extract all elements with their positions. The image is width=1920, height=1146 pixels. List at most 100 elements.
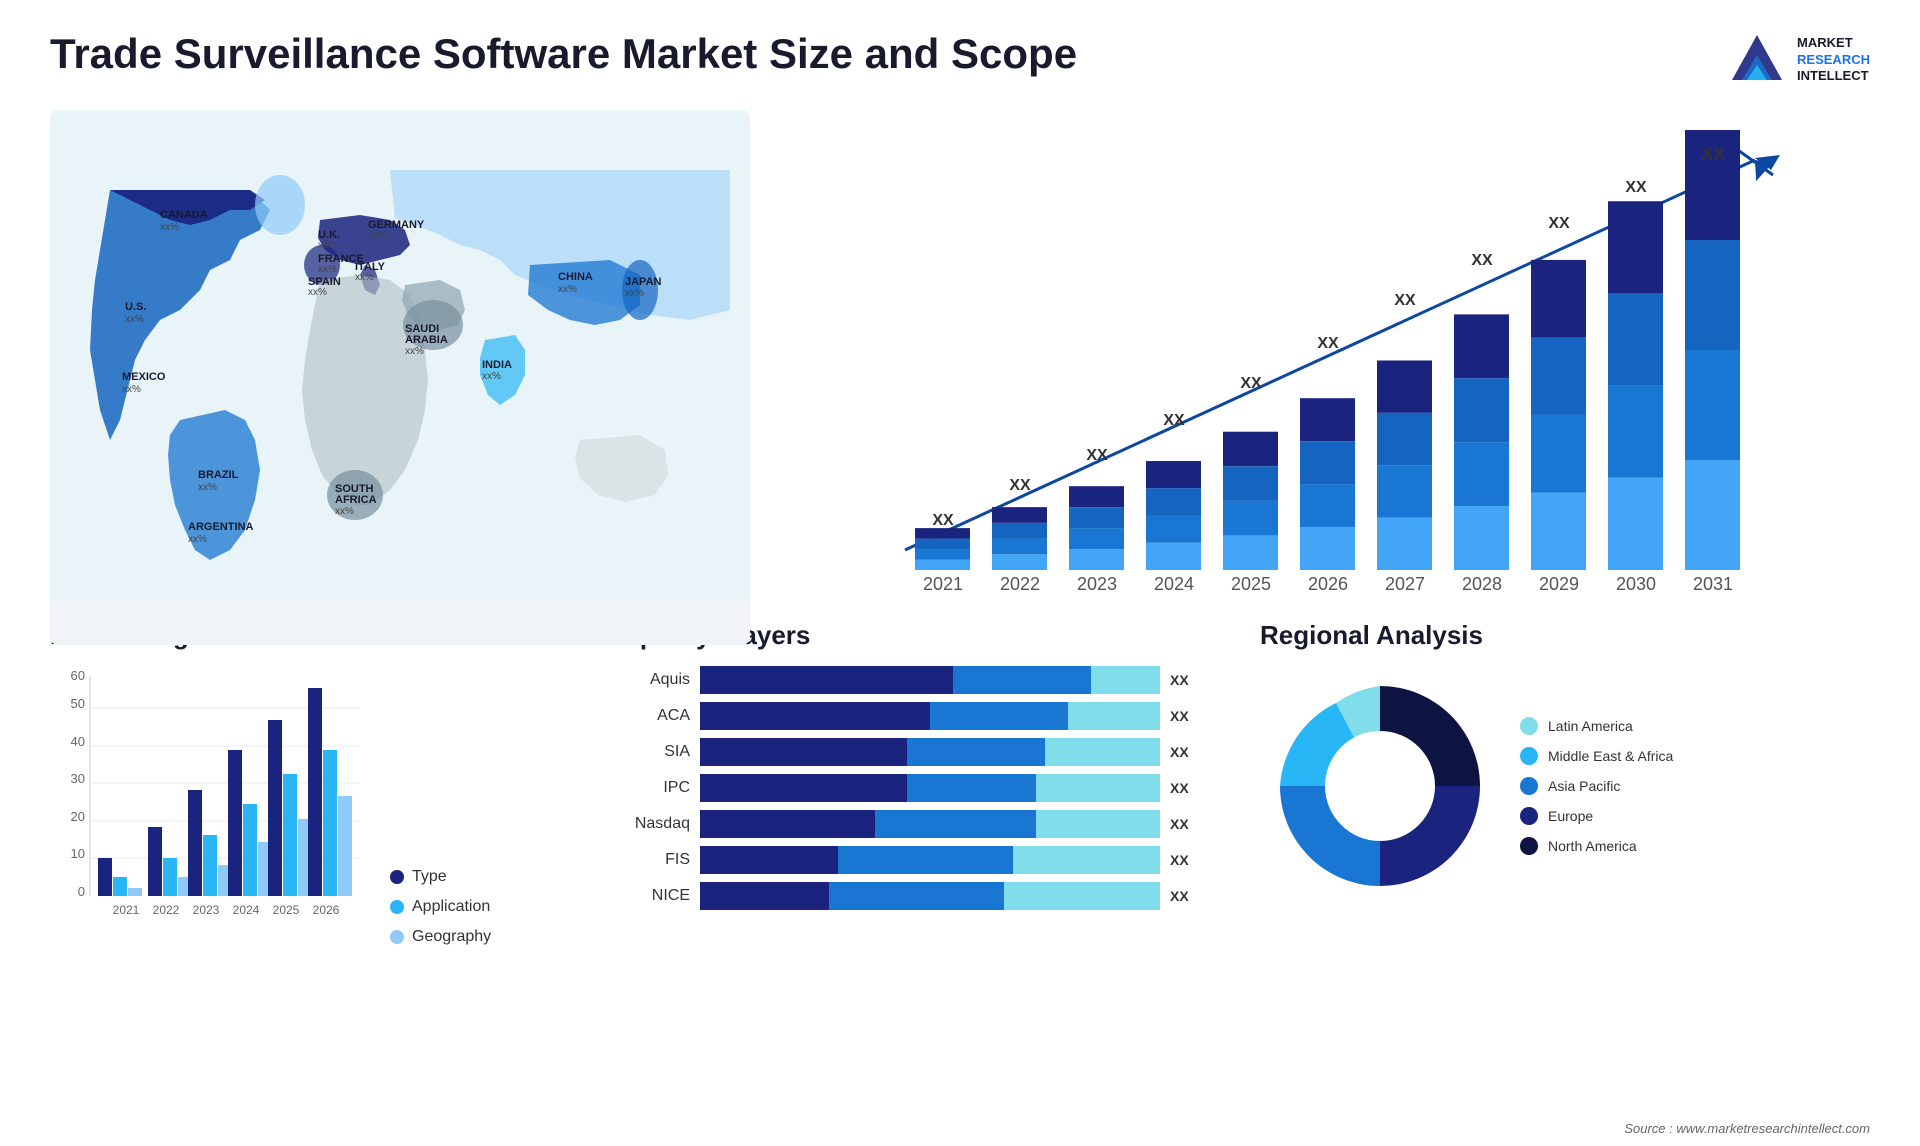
svg-text:20: 20: [71, 809, 85, 824]
regional-section: Regional Analysis: [1250, 620, 1870, 950]
legend-geography: Geography: [390, 928, 491, 946]
logo-icon: [1727, 30, 1787, 90]
growth-chart-svg: 2021 2022 2023 2024 2025 2026 2027 2028 …: [820, 130, 1850, 620]
svg-text:2026: 2026: [313, 903, 340, 917]
page-container: Trade Surveillance Software Market Size …: [0, 0, 1920, 1146]
asia-pacific-color: [1520, 777, 1538, 795]
europe-color: [1520, 807, 1538, 825]
svg-text:2030: 2030: [1616, 574, 1656, 594]
regional-legend: Latin America Middle East & Africa Asia …: [1520, 717, 1673, 855]
player-bar-aquis: [700, 666, 1160, 694]
players-grid: Aquis XX ACA: [610, 666, 1210, 910]
svg-text:xx%: xx%: [125, 314, 144, 325]
latin-america-color: [1520, 717, 1538, 735]
svg-text:2028: 2028: [1462, 574, 1502, 594]
svg-text:U.S.: U.S.: [125, 301, 146, 313]
svg-text:2029: 2029: [1539, 574, 1579, 594]
player-val-aca: XX: [1170, 708, 1210, 724]
svg-text:XX: XX: [1086, 447, 1108, 464]
legend-north-america: North America: [1520, 837, 1673, 855]
player-val-fis: XX: [1170, 852, 1210, 868]
player-name-aca: ACA: [610, 707, 690, 725]
svg-text:2026: 2026: [1308, 574, 1348, 594]
svg-text:xx%: xx%: [482, 371, 501, 382]
svg-text:30: 30: [71, 771, 85, 786]
svg-text:XX: XX: [1394, 292, 1416, 309]
svg-text:CHINA: CHINA: [558, 271, 593, 283]
svg-text:AFRICA: AFRICA: [335, 494, 377, 506]
legend-type: Type: [390, 868, 491, 886]
svg-text:xx%: xx%: [318, 240, 337, 251]
svg-text:XX: XX: [1009, 477, 1031, 494]
svg-text:xx%: xx%: [355, 272, 374, 283]
page-title: Trade Surveillance Software Market Size …: [50, 30, 1077, 78]
source-line: Source : www.marketresearchintellect.com: [1624, 1121, 1870, 1136]
svg-text:XX: XX: [1471, 252, 1493, 269]
svg-text:xx%: xx%: [625, 288, 644, 299]
svg-text:XX: XX: [932, 512, 954, 529]
players-section: Top Key Players Aquis XX ACA: [600, 620, 1220, 950]
svg-text:INDIA: INDIA: [482, 359, 512, 371]
legend-asia-pacific: Asia Pacific: [1520, 777, 1673, 795]
svg-text:xx%: xx%: [318, 264, 337, 275]
player-bar-fis: [700, 846, 1160, 874]
player-name-nasdaq: Nasdaq: [610, 815, 690, 833]
segmentation-legend: Type Application Geography: [390, 868, 491, 946]
legend-geography-color: [390, 930, 404, 944]
segmentation-section: Market Segmentation 0 10 20 30 40 50 60: [50, 620, 570, 950]
svg-text:2023: 2023: [1077, 574, 1117, 594]
svg-text:xx%: xx%: [160, 222, 179, 233]
svg-text:2025: 2025: [1231, 574, 1271, 594]
svg-text:XX: XX: [1625, 179, 1647, 196]
middle-east-color: [1520, 747, 1538, 765]
svg-text:2022: 2022: [153, 903, 180, 917]
svg-text:2021: 2021: [113, 903, 140, 917]
svg-text:XX: XX: [1163, 412, 1185, 429]
player-name-sia: SIA: [610, 743, 690, 761]
player-val-ipc: XX: [1170, 780, 1210, 796]
svg-text:2027: 2027: [1385, 574, 1425, 594]
legend-type-color: [390, 870, 404, 884]
svg-text:BRAZIL: BRAZIL: [198, 469, 239, 481]
svg-text:xx%: xx%: [188, 534, 207, 545]
player-val-aquis: XX: [1170, 672, 1210, 688]
player-bar-nasdaq: [700, 810, 1160, 838]
logo: MARKET RESEARCH INTELLECT: [1727, 30, 1870, 90]
growth-chart: 2021 2022 2023 2024 2025 2026 2027 2028 …: [780, 110, 1870, 645]
player-name-ipc: IPC: [610, 779, 690, 797]
svg-text:10: 10: [71, 846, 85, 861]
svg-text:2031: 2031: [1693, 574, 1733, 594]
player-bar-sia: [700, 738, 1160, 766]
svg-text:ARABIA: ARABIA: [405, 334, 448, 346]
svg-text:xx%: xx%: [558, 284, 577, 295]
svg-text:XX: XX: [1317, 335, 1339, 352]
donut-chart: [1260, 666, 1500, 906]
north-america-color: [1520, 837, 1538, 855]
player-bar-ipc: [700, 774, 1160, 802]
svg-text:JAPAN: JAPAN: [625, 276, 662, 288]
logo-text: MARKET RESEARCH INTELLECT: [1797, 35, 1870, 86]
svg-text:MEXICO: MEXICO: [122, 371, 166, 383]
svg-text:ARGENTINA: ARGENTINA: [188, 521, 253, 533]
world-map: CANADA xx% U.S. xx% MEXICO xx% BRAZIL xx…: [50, 110, 750, 645]
player-bar-nice: [700, 882, 1160, 910]
legend-latin-america: Latin America: [1520, 717, 1673, 735]
player-name-nice: NICE: [610, 887, 690, 905]
legend-middle-east: Middle East & Africa: [1520, 747, 1673, 765]
svg-text:40: 40: [71, 734, 85, 749]
header: Trade Surveillance Software Market Size …: [50, 30, 1870, 90]
svg-text:XX: XX: [1701, 144, 1725, 164]
svg-text:CANADA: CANADA: [160, 209, 208, 221]
legend-application: Application: [390, 898, 491, 916]
legend-application-color: [390, 900, 404, 914]
player-name-aquis: Aquis: [610, 671, 690, 689]
player-bar-aca: [700, 702, 1160, 730]
svg-text:2025: 2025: [273, 903, 300, 917]
svg-text:xx%: xx%: [198, 482, 217, 493]
legend-europe: Europe: [1520, 807, 1673, 825]
svg-text:XX: XX: [1548, 215, 1570, 232]
svg-text:0: 0: [78, 884, 85, 899]
svg-text:2023: 2023: [193, 903, 220, 917]
map-svg: CANADA xx% U.S. xx% MEXICO xx% BRAZIL xx…: [50, 110, 750, 600]
svg-text:xx%: xx%: [122, 384, 141, 395]
